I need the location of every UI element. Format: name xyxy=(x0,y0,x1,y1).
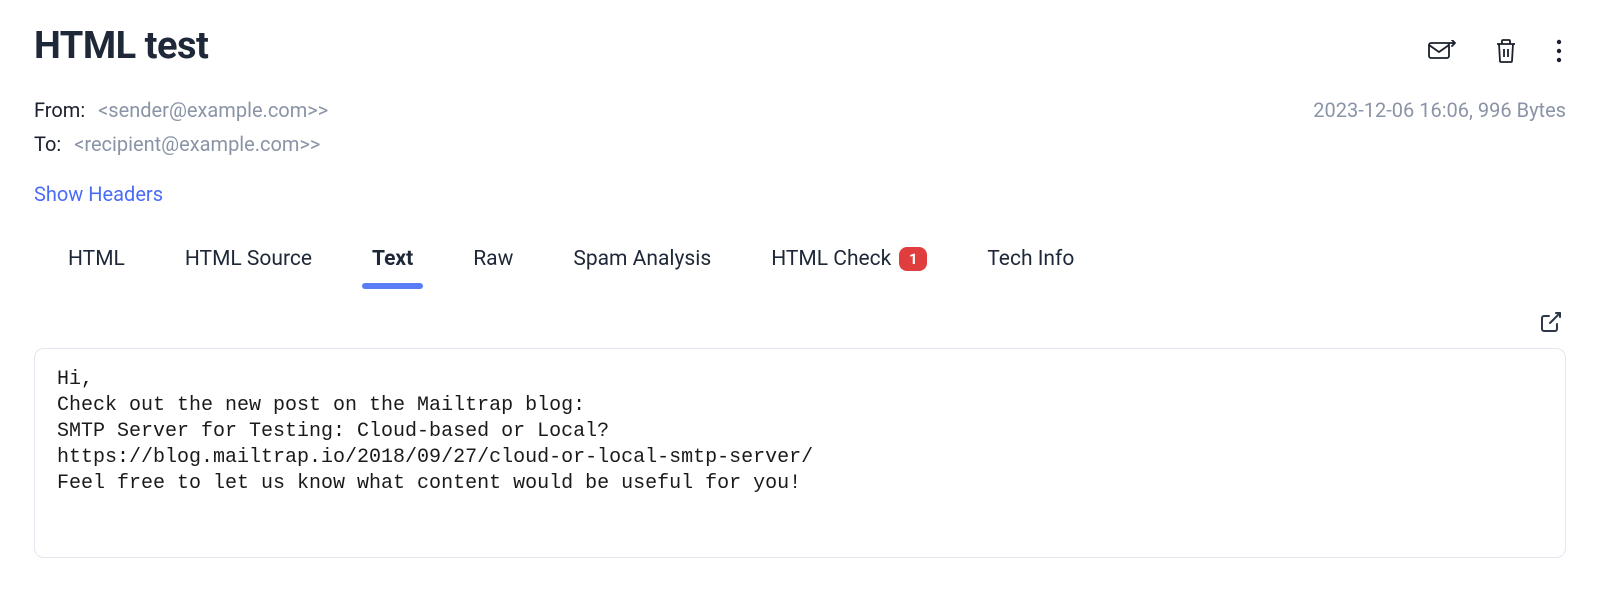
tab-raw[interactable]: Raw xyxy=(473,247,513,287)
email-text-content: Hi, Check out the new post on the Mailtr… xyxy=(34,348,1566,558)
header-actions xyxy=(1424,24,1566,71)
tab-bar: HTML HTML Source Text Raw Spam Analysis … xyxy=(34,247,1566,287)
trash-icon xyxy=(1494,38,1518,67)
tab-label: HTML Source xyxy=(185,247,312,271)
tab-spam-analysis[interactable]: Spam Analysis xyxy=(573,247,711,287)
to-value: <recipient@example.com>> xyxy=(74,132,320,156)
tab-label: Raw xyxy=(473,247,513,271)
forward-button[interactable] xyxy=(1424,36,1460,69)
delete-button[interactable] xyxy=(1490,34,1522,71)
tab-label: Text xyxy=(372,247,413,271)
external-link-icon xyxy=(1540,311,1562,336)
more-button[interactable] xyxy=(1552,35,1566,70)
more-vertical-icon xyxy=(1556,39,1562,66)
page-title: HTML test xyxy=(34,24,208,68)
tab-html[interactable]: HTML xyxy=(68,247,125,287)
show-headers-link[interactable]: Show Headers xyxy=(34,177,163,211)
email-meta: From: <sender@example.com>> 2023-12-06 1… xyxy=(34,93,1566,211)
tab-html-source[interactable]: HTML Source xyxy=(185,247,312,287)
timestamp: 2023-12-06 16:06, 996 Bytes xyxy=(1313,93,1566,127)
mail-forward-icon xyxy=(1428,40,1456,65)
tab-label: HTML Check xyxy=(771,247,891,271)
from-value: <sender@example.com>> xyxy=(98,98,328,122)
tab-label: Spam Analysis xyxy=(573,247,711,271)
tab-html-check[interactable]: HTML Check 1 xyxy=(771,247,927,287)
from-label: From: xyxy=(34,98,85,122)
popout-button[interactable] xyxy=(1536,307,1566,340)
tab-tech-info[interactable]: Tech Info xyxy=(987,247,1074,287)
tab-label: Tech Info xyxy=(987,247,1074,271)
badge: 1 xyxy=(899,247,927,271)
tab-text[interactable]: Text xyxy=(372,247,413,287)
to-label: To: xyxy=(34,132,61,156)
tab-label: HTML xyxy=(68,247,125,271)
